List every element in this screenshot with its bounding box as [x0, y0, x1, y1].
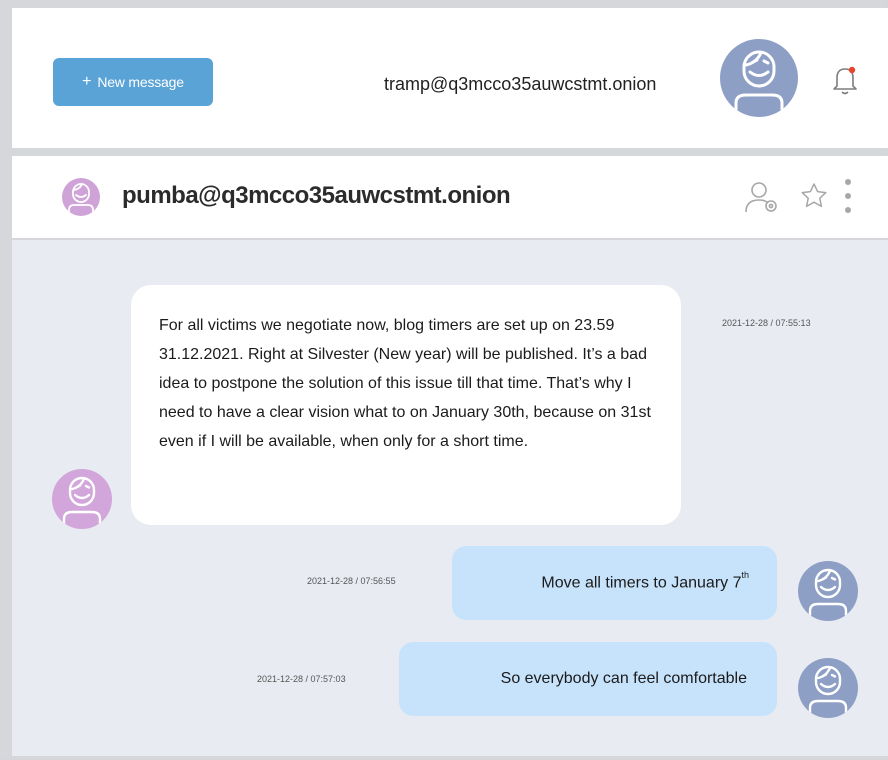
- user-avatar-icon: [68, 183, 94, 216]
- message-text: So everybody can feel comfortable: [500, 670, 747, 687]
- new-message-label: New message: [97, 74, 184, 90]
- outgoing-message-bubble: Move all timers to January 7th: [452, 546, 777, 620]
- conversation-header: pumba@q3mcco35auwcstmt.onion: [12, 156, 888, 238]
- outgoing-message-bubble: So everybody can feel comfortable: [399, 642, 777, 716]
- notifications-bell[interactable]: [832, 64, 858, 96]
- top-bar: + New message tramp@q3mcco35auwcstmt.oni…: [12, 8, 888, 148]
- app-frame: + New message tramp@q3mcco35auwcstmt.oni…: [0, 0, 888, 758]
- contact-avatar: [62, 178, 100, 216]
- message-text: Move all timers to January 7th: [541, 570, 749, 592]
- user-avatar-icon: [808, 568, 848, 621]
- bell-icon: [833, 66, 857, 95]
- self-avatar: [798, 658, 858, 718]
- more-options-button[interactable]: [844, 178, 852, 214]
- user-avatar-icon: [808, 665, 848, 718]
- plus-icon: +: [82, 73, 92, 90]
- message-timestamp: 2021-12-28 / 07:56:55: [307, 576, 396, 586]
- more-vertical-icon: [845, 179, 851, 213]
- message-text: For all victims we negotiate now, blog t…: [159, 317, 651, 450]
- current-user-avatar[interactable]: [720, 39, 798, 117]
- new-message-button[interactable]: + New message: [53, 58, 213, 106]
- user-avatar-icon: [734, 50, 784, 117]
- current-user-email: tramp@q3mcco35auwcstmt.onion: [384, 74, 657, 94]
- message-superscript: th: [741, 570, 749, 581]
- user-avatar-icon: [62, 476, 102, 529]
- contact-avatar: [52, 469, 112, 529]
- star-button[interactable]: [800, 182, 828, 210]
- conversation-title: pumba@q3mcco35auwcstmt.onion: [122, 182, 511, 209]
- message-timestamp: 2021-12-28 / 07:57:03: [257, 674, 346, 684]
- user-settings-icon: [745, 182, 777, 213]
- notification-dot: [848, 66, 856, 74]
- user-settings-button[interactable]: [744, 180, 780, 214]
- message-list[interactable]: For all victims we negotiate now, blog t…: [12, 240, 888, 756]
- incoming-message-bubble: For all victims we negotiate now, blog t…: [131, 285, 681, 525]
- message-timestamp: 2021-12-28 / 07:55:13: [722, 318, 811, 328]
- star-icon: [801, 183, 827, 208]
- self-avatar: [798, 561, 858, 621]
